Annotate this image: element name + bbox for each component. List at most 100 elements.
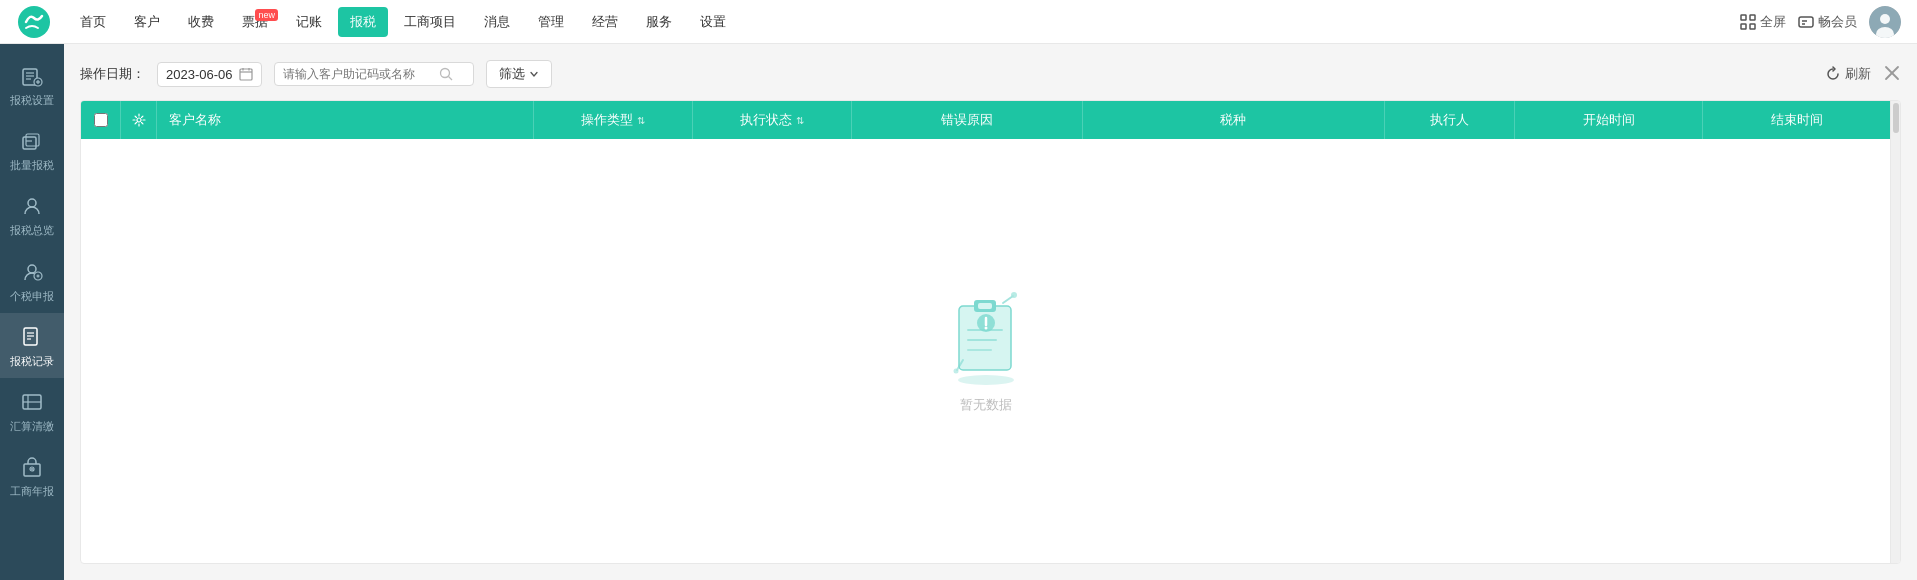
- th-name: 客户名称: [157, 101, 534, 139]
- th-status[interactable]: 执行状态 ⇅: [693, 101, 852, 139]
- svg-point-0: [18, 6, 50, 38]
- svg-point-40: [440, 69, 449, 78]
- column-settings-icon: [132, 113, 146, 127]
- main-layout: 报税设置 批量报税 报税总览: [0, 44, 1917, 580]
- search-input[interactable]: [283, 67, 433, 81]
- sidebar-item-gongshangnianba[interactable]: 工商年报: [0, 443, 64, 508]
- piliangbaoshui-icon: [18, 127, 46, 155]
- logo[interactable]: [16, 4, 52, 40]
- chevron-down-icon: [529, 69, 539, 79]
- th-tax: 税种: [1083, 101, 1385, 139]
- svg-point-58: [953, 369, 958, 374]
- svg-line-41: [448, 77, 452, 81]
- empty-illustration: 暂无数据: [941, 288, 1031, 414]
- svg-point-56: [1011, 292, 1017, 298]
- svg-point-54: [984, 327, 987, 330]
- fullscreen-button[interactable]: 全屏: [1740, 13, 1786, 31]
- calendar-icon: [239, 67, 253, 81]
- search-icon: [439, 67, 453, 81]
- toolbar: 操作日期： 2023-06-06 筛选: [80, 60, 1901, 88]
- table-body-empty: 暂无数据: [81, 139, 1890, 563]
- svg-point-44: [137, 118, 141, 122]
- svg-rect-3: [1741, 24, 1746, 29]
- sidebar-item-geshuishenbao[interactable]: 个税申报: [0, 248, 64, 313]
- nav-items: 首页 客户 收费 票据 new 记账 报税 工商项目 消息 管理 经营 服务 设…: [68, 7, 1740, 37]
- svg-point-45: [958, 375, 1014, 385]
- baoshuishezhi-icon: [18, 62, 46, 90]
- member-icon: [1798, 14, 1814, 30]
- svg-rect-48: [978, 303, 992, 309]
- svg-rect-1: [1741, 15, 1746, 20]
- avatar[interactable]: [1869, 6, 1901, 38]
- sidebar-item-piliangbaoshui[interactable]: 批量报税: [0, 117, 64, 182]
- sidebar-label-baoshuijilu: 报税记录: [10, 355, 54, 368]
- filter-button[interactable]: 筛选: [486, 60, 552, 88]
- sidebar: 报税设置 批量报税 报税总览: [0, 44, 64, 580]
- member-button[interactable]: 畅会员: [1798, 13, 1857, 31]
- refresh-label: 刷新: [1845, 65, 1871, 83]
- huisuanjiaoshu-icon: [18, 388, 46, 416]
- top-navigation: 首页 客户 收费 票据 new 记账 报税 工商项目 消息 管理 经营 服务 设…: [0, 0, 1917, 44]
- data-table: 客户名称 操作类型 ⇅ 执行状态 ⇅ 错误原因: [80, 100, 1901, 564]
- th-start-time: 开始时间: [1515, 101, 1703, 139]
- nav-fee[interactable]: 收费: [176, 7, 226, 37]
- table-scrollbar[interactable]: [1890, 101, 1900, 563]
- close-button[interactable]: [1883, 64, 1901, 85]
- geshuishenbao-icon: [18, 258, 46, 286]
- sidebar-label-gongshangnianba: 工商年报: [10, 485, 54, 498]
- nav-messages[interactable]: 消息: [472, 7, 522, 37]
- sidebar-item-baoshuijilu[interactable]: 报税记录: [0, 313, 64, 378]
- sidebar-label-baoshuizonglan: 报税总览: [10, 224, 54, 237]
- sidebar-item-baoshuishezhi[interactable]: 报税设置: [0, 52, 64, 117]
- nav-management[interactable]: 管理: [526, 7, 576, 37]
- sort-icon-optype: ⇅: [637, 115, 645, 126]
- svg-point-22: [28, 265, 36, 273]
- nav-operations[interactable]: 经营: [580, 7, 630, 37]
- nav-invoice[interactable]: 票据 new: [230, 7, 280, 37]
- select-all-checkbox[interactable]: [94, 113, 108, 127]
- content-area: 操作日期： 2023-06-06 筛选: [64, 44, 1917, 580]
- svg-rect-19: [26, 134, 39, 146]
- baoshuijilu-icon: [18, 323, 46, 351]
- new-badge: new: [255, 9, 278, 22]
- sidebar-label-baoshuishezhi: 报税设置: [10, 94, 54, 107]
- nav-bookkeeping[interactable]: 记账: [284, 7, 334, 37]
- th-settings[interactable]: [121, 101, 157, 139]
- filter-label: 筛选: [499, 65, 525, 83]
- nav-customer[interactable]: 客户: [122, 7, 172, 37]
- close-icon: [1883, 64, 1901, 82]
- refresh-button[interactable]: 刷新: [1825, 65, 1871, 83]
- th-checkbox[interactable]: [81, 101, 121, 139]
- nav-services[interactable]: 服务: [634, 7, 684, 37]
- gongshangnianba-icon: [18, 453, 46, 481]
- th-op-type[interactable]: 操作类型 ⇅: [534, 101, 693, 139]
- sidebar-item-huisuanjiaoshu[interactable]: 汇算清缴: [0, 378, 64, 443]
- th-error: 错误原因: [852, 101, 1082, 139]
- table-inner: 客户名称 操作类型 ⇅ 执行状态 ⇅ 错误原因: [81, 101, 1900, 563]
- baoshuizonglan-icon: [18, 192, 46, 220]
- date-value: 2023-06-06: [166, 67, 233, 82]
- sort-icon-status: ⇅: [796, 115, 804, 126]
- svg-point-21: [28, 199, 36, 207]
- nav-tax[interactable]: 报税: [338, 7, 388, 37]
- refresh-icon: [1825, 66, 1841, 82]
- search-box[interactable]: [274, 62, 474, 86]
- date-label: 操作日期：: [80, 65, 145, 83]
- svg-point-9: [1880, 14, 1890, 24]
- th-executor: 执行人: [1385, 101, 1516, 139]
- date-picker[interactable]: 2023-06-06: [157, 62, 262, 87]
- nav-business-projects[interactable]: 工商项目: [392, 7, 468, 37]
- svg-rect-4: [1750, 24, 1755, 29]
- svg-rect-18: [23, 137, 36, 149]
- sidebar-item-baoshuizonglan[interactable]: 报税总览: [0, 182, 64, 247]
- nav-settings[interactable]: 设置: [688, 7, 738, 37]
- svg-rect-36: [240, 69, 252, 80]
- scrollbar-thumb[interactable]: [1893, 103, 1899, 133]
- top-right-actions: 全屏 畅会员: [1740, 6, 1901, 38]
- sidebar-label-piliangbaoshui: 批量报税: [10, 159, 54, 172]
- avatar-image: [1869, 6, 1901, 38]
- table-header: 客户名称 操作类型 ⇅ 执行状态 ⇅ 错误原因: [81, 101, 1890, 139]
- nav-home[interactable]: 首页: [68, 7, 118, 37]
- svg-rect-2: [1750, 15, 1755, 20]
- empty-state-icon: [941, 288, 1031, 388]
